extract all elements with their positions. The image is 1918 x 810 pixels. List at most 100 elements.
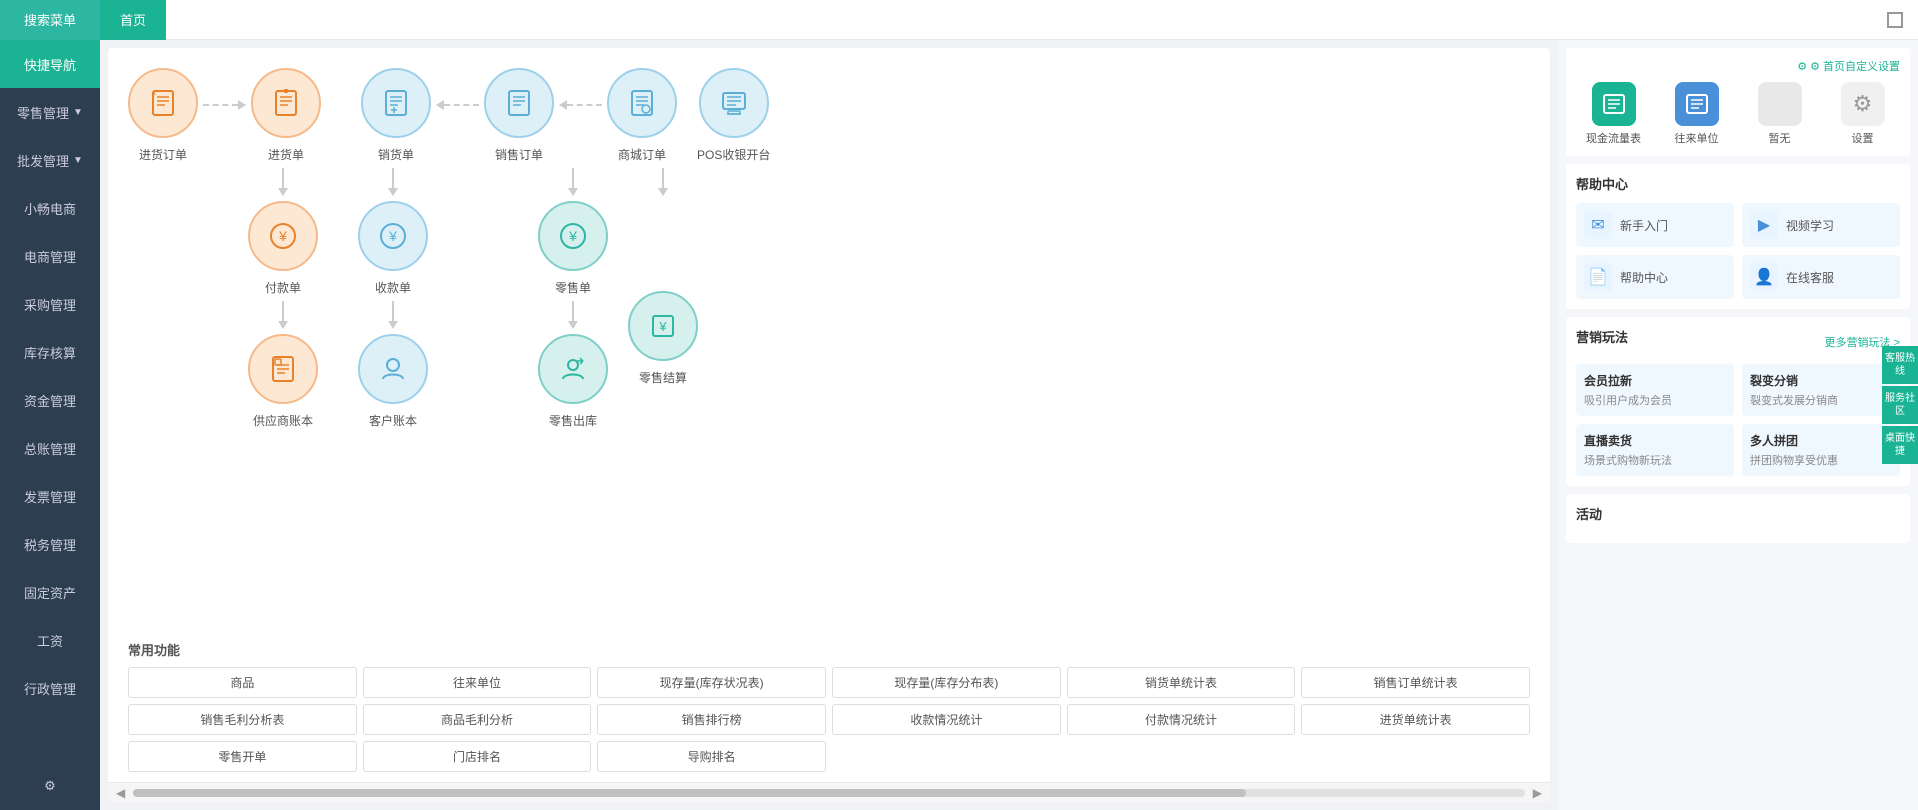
scroll-thumb[interactable] bbox=[133, 789, 1246, 797]
func-btn-partners[interactable]: 往来单位 bbox=[363, 667, 592, 698]
help-item-help[interactable]: 📄 帮助中心 bbox=[1576, 255, 1734, 299]
sidebar-item-finance[interactable]: 资金管理 bbox=[0, 376, 100, 424]
cashflow-label: 现金流量表 bbox=[1586, 130, 1641, 146]
pos-label: POS收银开台 bbox=[697, 146, 770, 163]
marketing-item-group[interactable]: 多人拼团 拼团购物享受优惠 bbox=[1742, 424, 1900, 476]
sidebar-item-purchase[interactable]: 采购管理 bbox=[0, 280, 100, 328]
func-btn-stock-status[interactable]: 现存量(库存状况表) bbox=[597, 667, 826, 698]
func-btn-retail-order[interactable]: 零售开单 bbox=[128, 741, 357, 772]
partners-label: 往来单位 bbox=[1675, 130, 1719, 146]
shortcut-cashflow[interactable]: 现金流量表 bbox=[1576, 82, 1651, 146]
node-payment-in[interactable]: ¥ 收款单 bbox=[358, 201, 428, 296]
fission-title: 裂变分销 bbox=[1750, 372, 1892, 389]
sidebar-item-admin[interactable]: 行政管理 bbox=[0, 664, 100, 712]
fission-desc: 裂变式发展分销商 bbox=[1750, 392, 1892, 408]
video-icon: ▶ bbox=[1750, 211, 1778, 239]
live-title: 直播卖货 bbox=[1584, 432, 1726, 449]
shortcut-settings[interactable]: ⚙ 设置 bbox=[1825, 82, 1900, 146]
node-retail-out[interactable]: 零售出库 bbox=[538, 334, 608, 429]
func-btn-sales-profit[interactable]: 销售毛利分析表 bbox=[128, 704, 357, 735]
sidebar-item-assets[interactable]: 固定资产 bbox=[0, 568, 100, 616]
help-item-video[interactable]: ▶ 视频学习 bbox=[1742, 203, 1900, 247]
help-item-beginner[interactable]: ✉ 新手入门 bbox=[1576, 203, 1734, 247]
help-service-label: 在线客服 bbox=[1786, 269, 1834, 286]
settings-gear-icon: ⚙ bbox=[1841, 82, 1885, 126]
node-sales-order[interactable]: 销售订单 bbox=[484, 68, 554, 163]
settings-icon[interactable]: ⚙ bbox=[0, 762, 100, 810]
live-desc: 场景式购物新玩法 bbox=[1584, 452, 1726, 468]
none-label: 暂无 bbox=[1769, 130, 1791, 146]
func-btn-sales-rank[interactable]: 销售排行榜 bbox=[597, 704, 826, 735]
sidebar-item-quicknav[interactable]: 快捷导航 bbox=[0, 40, 100, 88]
sidebar-item-tax[interactable]: 税务管理 bbox=[0, 520, 100, 568]
tab-home[interactable]: 首页 bbox=[100, 0, 166, 40]
func-btn-goods-profit[interactable]: 商品毛利分析 bbox=[363, 704, 592, 735]
func-btn-sales-stat[interactable]: 销货单统计表 bbox=[1067, 667, 1296, 698]
func-btn-sales-order-stat[interactable]: 销售订单统计表 bbox=[1301, 667, 1530, 698]
node-purchase-order[interactable]: 进货订单 bbox=[128, 68, 198, 163]
quick-nav-panel: 进货订单 bbox=[108, 48, 1550, 802]
home-settings-btn[interactable]: ⚙ ⚙ 首页自定义设置 bbox=[1797, 58, 1900, 74]
scroll-track[interactable] bbox=[133, 789, 1525, 797]
node-customer-account[interactable]: 客户账本 bbox=[358, 334, 428, 429]
shortcuts-header: ⚙ ⚙ 首页自定义设置 bbox=[1576, 58, 1900, 74]
float-btn-community[interactable]: 服务社区 bbox=[1882, 386, 1918, 424]
top-right bbox=[1887, 12, 1918, 28]
sidebar-item-invoice[interactable]: 发票管理 bbox=[0, 472, 100, 520]
float-btn-desktop[interactable]: 桌面快捷 bbox=[1882, 426, 1918, 464]
func-btn-goods[interactable]: 商品 bbox=[128, 667, 357, 698]
sidebar-item-ledger[interactable]: 总账管理 bbox=[0, 424, 100, 472]
func-btn-purchase-stat[interactable]: 进货单统计表 bbox=[1301, 704, 1530, 735]
func-btn-store-rank[interactable]: 门店排名 bbox=[363, 741, 592, 772]
member-title: 会员拉新 bbox=[1584, 372, 1726, 389]
node-pos[interactable]: POS收银开台 bbox=[697, 68, 770, 163]
node-supplier-account[interactable]: 供应商账本 bbox=[248, 334, 318, 429]
float-btn-service[interactable]: 客服热线 bbox=[1882, 346, 1918, 384]
flow-section: 进货订单 bbox=[108, 48, 1550, 630]
node-retail-settle[interactable]: ¥ 零售结算 bbox=[628, 291, 698, 386]
node-purchase-bill[interactable]: 进货单 bbox=[251, 68, 321, 163]
sidebar-item-ecom-mgmt[interactable]: 电商管理 bbox=[0, 232, 100, 280]
func-btn-receipt-stat[interactable]: 收款情况统计 bbox=[832, 704, 1061, 735]
sidebar-item-wholesale[interactable]: 批发管理▼ bbox=[0, 136, 100, 184]
help-video-label: 视频学习 bbox=[1786, 217, 1834, 234]
shortcut-partners[interactable]: 往来单位 bbox=[1659, 82, 1734, 146]
node-sales-bill[interactable]: 销货单 bbox=[361, 68, 431, 163]
chevron-down-icon: ▼ bbox=[73, 107, 83, 118]
search-menu-btn[interactable]: 搜索菜单 bbox=[0, 0, 100, 40]
scroll-right-btn[interactable]: ▶ bbox=[1533, 786, 1542, 800]
marketing-item-fission[interactable]: 裂变分销 裂变式发展分销商 bbox=[1742, 364, 1900, 416]
sidebar-item-salary[interactable]: 工资 bbox=[0, 616, 100, 664]
node-payment-out[interactable]: ¥ 付款单 bbox=[248, 201, 318, 296]
shortcuts-grid: 现金流量表 往来单位 暂无 ⚙ 设置 bbox=[1576, 82, 1900, 146]
activity-section: 活动 bbox=[1566, 494, 1910, 543]
shortcut-none: 暂无 bbox=[1742, 82, 1817, 146]
node-retail-bill[interactable]: ¥ 零售单 bbox=[538, 201, 608, 296]
svg-text:¥: ¥ bbox=[278, 228, 287, 244]
purchase-bill-label: 进货单 bbox=[268, 146, 304, 163]
svg-text:¥: ¥ bbox=[658, 319, 667, 334]
sidebar-item-ecom[interactable]: 小畅电商 bbox=[0, 184, 100, 232]
float-buttons: 客服热线 服务社区 桌面快捷 bbox=[1882, 346, 1918, 464]
sidebar-item-retail[interactable]: 零售管理▼ bbox=[0, 88, 100, 136]
mall-order-icon bbox=[607, 68, 677, 138]
help-section: 帮助中心 ✉ 新手入门 ▶ 视频学习 📄 帮助中心 👤 bbox=[1566, 164, 1910, 309]
fullscreen-icon[interactable] bbox=[1887, 12, 1903, 28]
marketing-item-member[interactable]: 会员拉新 吸引用户成为会员 bbox=[1576, 364, 1734, 416]
scroll-left-btn[interactable]: ◀ bbox=[116, 786, 125, 800]
marketing-item-live[interactable]: 直播卖货 场景式购物新玩法 bbox=[1576, 424, 1734, 476]
func-btn-stock-dist[interactable]: 现存量(库存分布表) bbox=[832, 667, 1061, 698]
func-row-2: 销售毛利分析表 商品毛利分析 销售排行榜 收款情况统计 付款情况统计 进货单统计… bbox=[128, 704, 1530, 735]
mail-icon: ✉ bbox=[1584, 211, 1612, 239]
common-functions: 常用功能 商品 往来单位 现存量(库存状况表) 现存量(库存分布表) 销货单统计… bbox=[108, 630, 1550, 782]
func-btn-payment-stat[interactable]: 付款情况统计 bbox=[1067, 704, 1296, 735]
sales-order-label: 销售订单 bbox=[495, 146, 543, 163]
func-btn-guide-rank[interactable]: 导购排名 bbox=[597, 741, 826, 772]
node-mall-order[interactable]: 商城订单 bbox=[607, 68, 677, 163]
purchase-order-label: 进货订单 bbox=[139, 146, 187, 163]
top-bar: 搜索菜单 首页 bbox=[0, 0, 1918, 40]
help-item-service[interactable]: 👤 在线客服 bbox=[1742, 255, 1900, 299]
customer-account-icon bbox=[358, 334, 428, 404]
settings-label: 设置 bbox=[1852, 130, 1874, 146]
sidebar-item-inventory[interactable]: 库存核算 bbox=[0, 328, 100, 376]
